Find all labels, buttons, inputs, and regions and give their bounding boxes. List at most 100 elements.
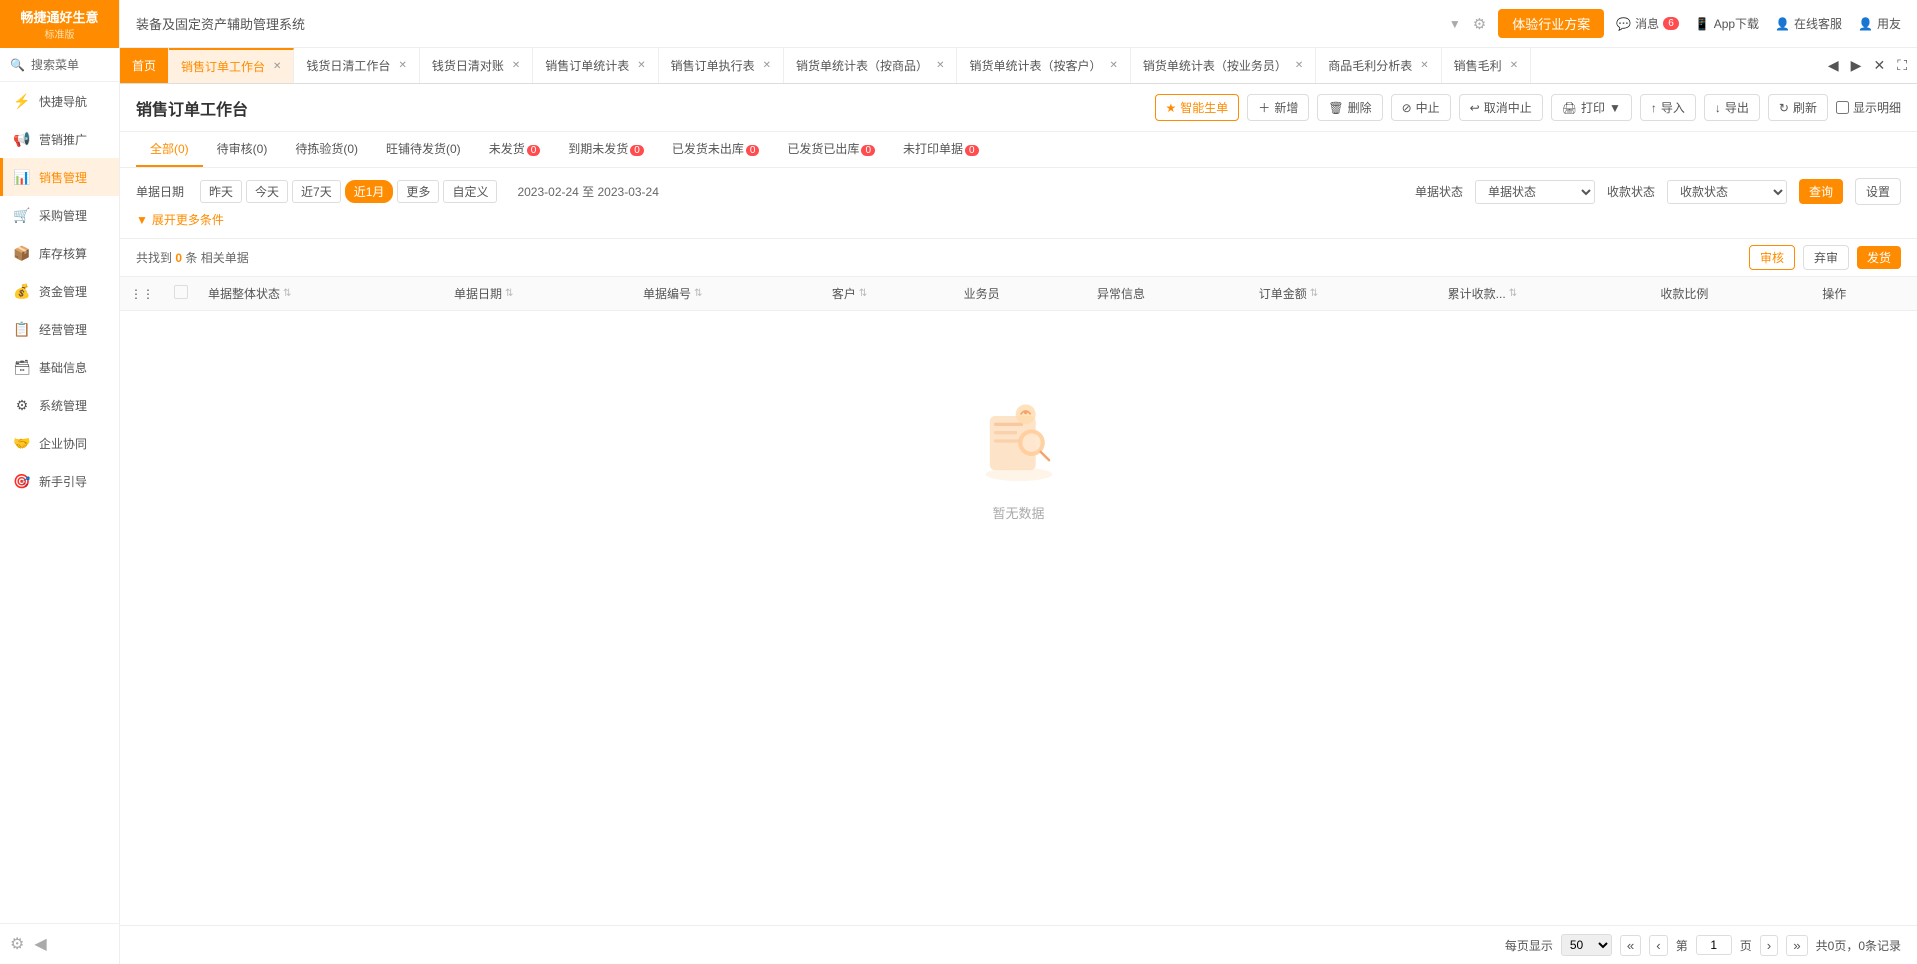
tab-home[interactable]: 首页 <box>120 48 169 83</box>
date-btn-7days[interactable]: 近7天 <box>292 180 341 203</box>
page-size-select[interactable]: 50 10 20 100 <box>1561 934 1612 956</box>
settings-icon[interactable]: ⚙ <box>1473 15 1486 33</box>
ship-btn[interactable]: 发货 <box>1857 246 1901 269</box>
filter-tab-expired[interactable]: 到期未发货0 <box>554 132 658 167</box>
filter-tab-pending-verify[interactable]: 待拣验货(0) <box>281 132 372 167</box>
col-check[interactable] <box>164 277 198 311</box>
right-filters: 单据状态 单据状态 收款状态 收款状态 查询 设置 <box>675 178 1901 205</box>
tab-close-icon[interactable]: ✕ <box>1510 60 1518 71</box>
status-select[interactable]: 单据状态 <box>1475 180 1595 204</box>
tab-sales-stats[interactable]: 销售订单统计表 ✕ <box>533 48 658 83</box>
online-service-action[interactable]: 👤 在线客服 <box>1775 15 1842 32</box>
tab-next-btn[interactable]: ▶ <box>1847 55 1866 76</box>
sidebar-item-label: 经营管理 <box>39 321 87 338</box>
filter-tab-wangpu[interactable]: 旺铺待发货(0) <box>372 132 475 167</box>
tab-close-icon[interactable]: ✕ <box>398 60 406 71</box>
sidebar-item-quick-nav[interactable]: ⚡ 快捷导航 <box>0 82 119 120</box>
tab-close-icon[interactable]: ✕ <box>763 60 771 71</box>
guide-icon: 🎯 <box>13 472 31 490</box>
date-btn-today[interactable]: 今天 <box>246 180 288 203</box>
tab-close-icon[interactable]: ✕ <box>1295 60 1303 71</box>
app-download-action[interactable]: 📱 App下载 <box>1695 15 1759 32</box>
tab-close-icon[interactable]: ✕ <box>1109 60 1117 71</box>
query-btn[interactable]: 查询 <box>1799 179 1843 204</box>
sort-icon: ⇅ <box>694 288 702 299</box>
tab-summary-customer[interactable]: 销货单统计表（按客户） ✕ <box>957 48 1130 83</box>
tab-cash-daily[interactable]: 钱货日清工作台 ✕ <box>294 48 419 83</box>
filter-tab-all[interactable]: 全部(0) <box>136 132 203 167</box>
settings-btn[interactable]: 设置 <box>1855 178 1901 205</box>
sidebar-search[interactable]: 🔍 搜索菜单 <box>0 48 119 82</box>
sidebar-item-system[interactable]: ⚙ 系统管理 <box>0 386 119 424</box>
sidebar-item-guide[interactable]: 🎯 新手引导 <box>0 462 119 500</box>
add-btn[interactable]: ＋ 新增 <box>1247 94 1309 121</box>
sidebar-item-purchase[interactable]: 🛒 采购管理 <box>0 196 119 234</box>
tab-sales-exec[interactable]: 销售订单执行表 ✕ <box>659 48 784 83</box>
col-abnormal: 异常信息 <box>1087 277 1249 311</box>
tab-close-icon[interactable]: ✕ <box>1420 60 1428 71</box>
sidebar-item-marketing[interactable]: 📢 营销推广 <box>0 120 119 158</box>
next-page-btn[interactable]: › <box>1760 935 1778 956</box>
experience-btn[interactable]: 体验行业方案 <box>1498 9 1604 38</box>
orders-table: ⋮⋮ 单据整体状态 ⇅ 单据 <box>120 277 1917 602</box>
cancel-stop-btn[interactable]: ↩ 取消中止 <box>1459 94 1543 121</box>
sidebar-item-inventory[interactable]: 📦 库存核算 <box>0 234 119 272</box>
prev-page-btn[interactable]: ‹ <box>1649 935 1667 956</box>
tab-close-icon[interactable]: ✕ <box>273 61 281 72</box>
unreview-btn[interactable]: 弃审 <box>1803 245 1849 270</box>
refresh-btn[interactable]: ↻ 刷新 <box>1768 94 1828 121</box>
tab-label: 钱货日清对账 <box>432 57 504 74</box>
select-all-checkbox[interactable] <box>174 285 188 299</box>
tab-fullscreen-btn[interactable]: ⛶ <box>1893 55 1911 76</box>
tab-sales-order-workbench[interactable]: 销售订单工作台 ✕ <box>169 48 294 83</box>
tab-close-icon[interactable]: ✕ <box>512 60 520 71</box>
date-btn-yesterday[interactable]: 昨天 <box>200 180 242 203</box>
tab-summary-staff[interactable]: 销货单统计表（按业务员） ✕ <box>1131 48 1316 83</box>
import-btn[interactable]: ↑ 导入 <box>1640 94 1696 121</box>
smart-generate-btn[interactable]: ★ 智能生单 <box>1155 94 1240 121</box>
sidebar-item-operation[interactable]: 📋 经营管理 <box>0 310 119 348</box>
filter-tab-unprinted[interactable]: 未打印单据0 <box>889 132 993 167</box>
sidebar-item-finance[interactable]: 💰 资金管理 <box>0 272 119 310</box>
filter-tab-shipped-not-out[interactable]: 已发货未出库0 <box>658 132 774 167</box>
sidebar-item-label: 库存核算 <box>39 245 87 262</box>
tab-cash-reconcile[interactable]: 钱货日清对账 ✕ <box>420 48 533 83</box>
page-label: 第 <box>1676 937 1688 954</box>
review-btn[interactable]: 审核 <box>1749 245 1795 270</box>
tab-close-icon[interactable]: ✕ <box>637 60 645 71</box>
tab-prev-btn[interactable]: ◀ <box>1824 55 1843 76</box>
tab-close-icon[interactable]: ✕ <box>936 60 944 71</box>
show-detail-label[interactable]: 显示明细 <box>1836 99 1901 116</box>
delete-btn[interactable]: 🗑 删除 <box>1317 94 1382 121</box>
message-action[interactable]: 💬 消息 6 <box>1616 15 1679 32</box>
tab-summary-product[interactable]: 销货单统计表（按商品） ✕ <box>784 48 957 83</box>
sidebar-item-enterprise[interactable]: 🤝 企业协同 <box>0 424 119 462</box>
stop-btn[interactable]: ⊘ 中止 <box>1391 94 1451 121</box>
date-btn-1month[interactable]: 近1月 <box>345 180 394 203</box>
export-btn[interactable]: ↓ 导出 <box>1704 94 1760 121</box>
user-action[interactable]: 👤 用友 <box>1858 15 1901 32</box>
sort-icon: ⇅ <box>1310 288 1318 299</box>
date-btn-custom[interactable]: 自定义 <box>443 180 497 203</box>
tab-close-all-btn[interactable]: ✕ <box>1869 55 1889 76</box>
date-btn-more[interactable]: 更多 <box>397 180 439 203</box>
tab-sales-profit[interactable]: 销售毛利 ✕ <box>1442 48 1531 83</box>
dropdown-icon[interactable]: ▼ <box>1449 17 1461 31</box>
filter-tab-unshipped[interactable]: 未发货0 <box>475 132 555 167</box>
filter-tab-shipped-out[interactable]: 已发货已出库0 <box>773 132 889 167</box>
page-number-input[interactable] <box>1696 935 1732 955</box>
last-page-btn[interactable]: » <box>1786 935 1807 956</box>
sidebar-item-label: 销售管理 <box>39 169 87 186</box>
settings-bottom-icon[interactable]: ⚙ <box>10 934 24 954</box>
collapse-icon[interactable]: ◀ <box>34 934 46 954</box>
expand-btn[interactable]: ▼ 展开更多条件 <box>136 211 1901 228</box>
first-page-btn[interactable]: « <box>1620 935 1641 956</box>
sidebar-item-basic-info[interactable]: 🗃 基础信息 <box>0 348 119 386</box>
export-icon: ↓ <box>1715 101 1721 115</box>
show-detail-checkbox[interactable] <box>1836 101 1849 114</box>
payment-select[interactable]: 收款状态 <box>1667 180 1787 204</box>
tab-margin[interactable]: 商品毛利分析表 ✕ <box>1316 48 1441 83</box>
sidebar-item-sales[interactable]: 📊 销售管理 <box>0 158 119 196</box>
filter-tab-pending-review[interactable]: 待审核(0) <box>203 132 282 167</box>
print-btn[interactable]: 🖨 打印 ▼ <box>1551 94 1632 121</box>
